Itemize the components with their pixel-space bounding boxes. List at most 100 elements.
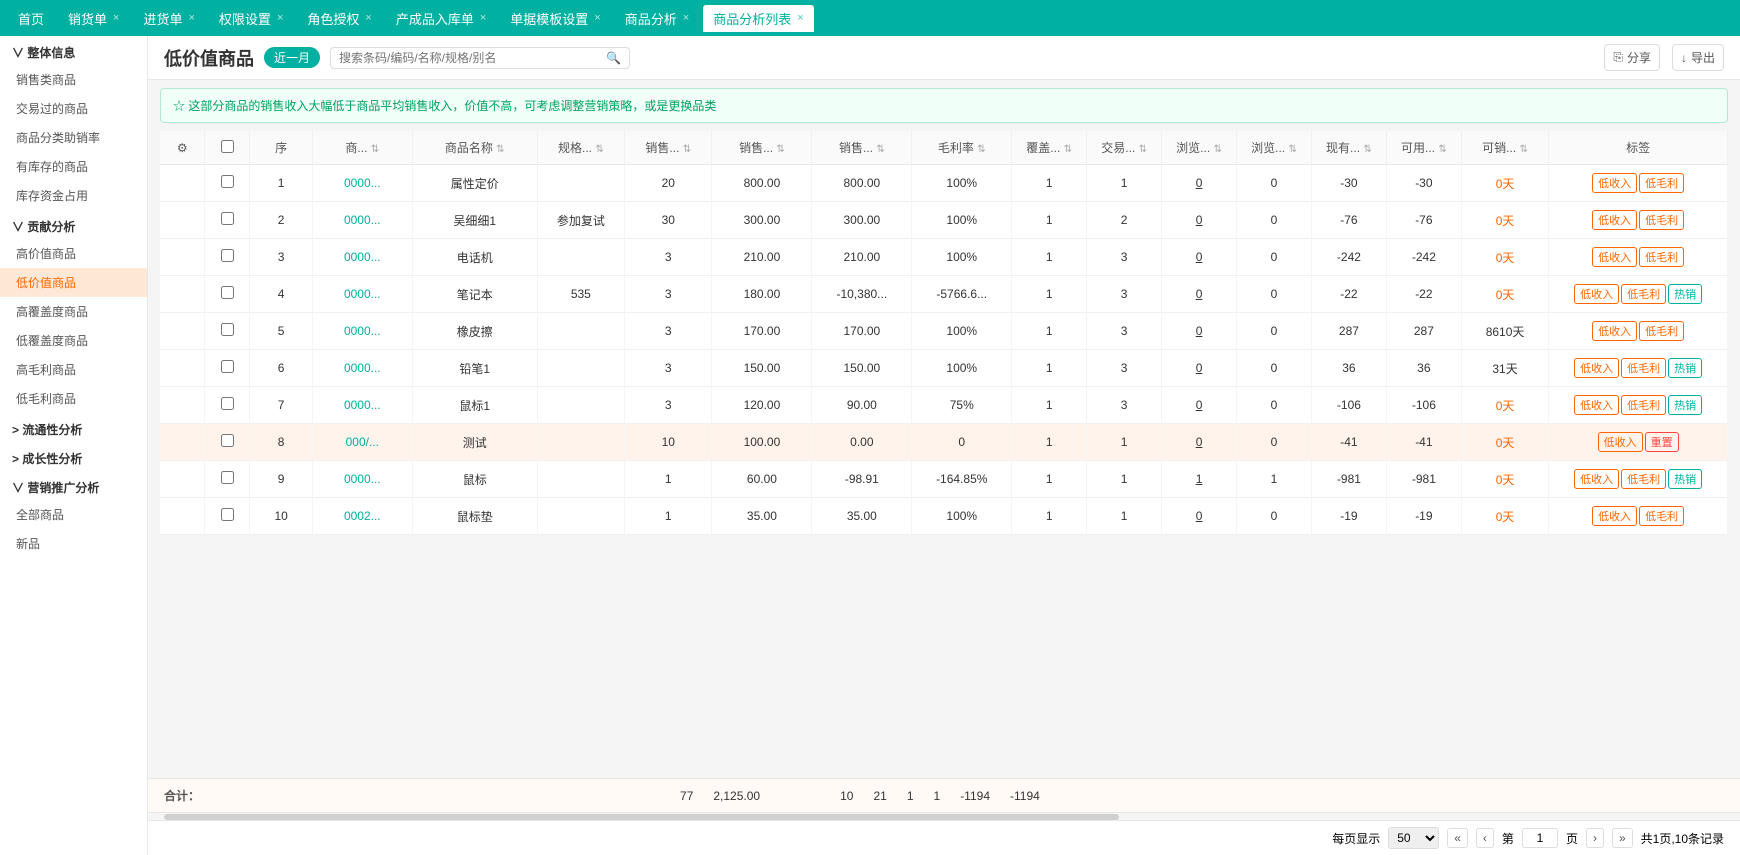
close-analysis-list-icon[interactable]: × <box>797 12 803 24</box>
cell-checkbox[interactable] <box>205 202 250 239</box>
browse1-value[interactable]: 0 <box>1196 509 1203 523</box>
browse1-value[interactable]: 0 <box>1196 250 1203 264</box>
nav-purchase[interactable]: 进货单 × <box>133 5 204 32</box>
nav-sales[interactable]: 销货单 × <box>58 5 129 32</box>
cell-code[interactable]: 0000... <box>312 387 412 424</box>
cell-browse1[interactable]: 0 <box>1162 387 1237 424</box>
period-button[interactable]: 近一月 <box>264 47 320 68</box>
cell-code[interactable]: 0000... <box>312 239 412 276</box>
page-input[interactable] <box>1522 828 1558 848</box>
cell-code[interactable]: 0000... <box>312 350 412 387</box>
row-checkbox[interactable] <box>221 323 234 336</box>
row-checkbox[interactable] <box>221 360 234 373</box>
th-sales1[interactable]: 销售... ⇅ <box>625 131 712 165</box>
row-checkbox[interactable] <box>221 434 234 447</box>
cell-code[interactable]: 000/... <box>312 424 412 461</box>
prev-page-button[interactable]: ‹ <box>1476 828 1494 848</box>
sidebar-item-traded-products[interactable]: 交易过的商品 <box>0 94 147 123</box>
sidebar-section-contribution[interactable]: ∨ 贡献分析 <box>0 210 147 239</box>
cell-browse1[interactable]: 0 <box>1162 313 1237 350</box>
nav-home[interactable]: 首页 <box>8 5 54 32</box>
cell-checkbox[interactable] <box>205 498 250 535</box>
nav-template[interactable]: 单据模板设置 × <box>500 5 610 32</box>
browse1-value[interactable]: 0 <box>1196 324 1203 338</box>
row-checkbox[interactable] <box>221 212 234 225</box>
th-stock1[interactable]: 现有... ⇅ <box>1311 131 1386 165</box>
cell-checkbox[interactable] <box>205 239 250 276</box>
th-checkbox[interactable] <box>205 131 250 165</box>
cell-browse1[interactable]: 0 <box>1162 350 1237 387</box>
close-purchase-icon[interactable]: × <box>188 12 194 24</box>
cell-code[interactable]: 0000... <box>312 461 412 498</box>
nav-product-in[interactable]: 产成品入库单 × <box>386 5 496 32</box>
close-permission-icon[interactable]: × <box>277 12 283 24</box>
browse1-value[interactable]: 0 <box>1196 398 1203 412</box>
close-role-icon[interactable]: × <box>365 12 371 24</box>
sidebar-item-all-products[interactable]: 全部商品 <box>0 500 147 529</box>
th-spec[interactable]: 规格... ⇅ <box>537 131 624 165</box>
export-button[interactable]: ↓ 导出 <box>1672 44 1724 71</box>
sidebar-item-new-products[interactable]: 新品 <box>0 529 147 558</box>
cell-browse1[interactable]: 1 <box>1162 461 1237 498</box>
cell-code[interactable]: 0002... <box>312 498 412 535</box>
th-coverage[interactable]: 覆盖... ⇅ <box>1012 131 1087 165</box>
cell-code[interactable]: 0000... <box>312 165 412 202</box>
sidebar-item-high-value[interactable]: 高价值商品 <box>0 239 147 268</box>
sidebar-item-high-coverage[interactable]: 高覆盖度商品 <box>0 297 147 326</box>
th-code[interactable]: 商... ⇅ <box>312 131 412 165</box>
browse1-value[interactable]: 0 <box>1196 361 1203 375</box>
sidebar-item-stock-products[interactable]: 有库存的商品 <box>0 152 147 181</box>
row-checkbox[interactable] <box>221 286 234 299</box>
sidebar-section-overall[interactable]: ∨ 整体信息 <box>0 36 147 65</box>
cell-checkbox[interactable] <box>205 424 250 461</box>
sidebar-section-growth[interactable]: > 成长性分析 <box>0 442 147 471</box>
th-settings[interactable]: ⚙ <box>160 131 205 165</box>
th-stock2[interactable]: 可用... ⇅ <box>1386 131 1461 165</box>
th-margin[interactable]: 毛利率 ⇅ <box>912 131 1012 165</box>
close-sales-icon[interactable]: × <box>113 12 119 24</box>
row-checkbox[interactable] <box>221 471 234 484</box>
th-trade[interactable]: 交易... ⇅ <box>1087 131 1162 165</box>
th-browse1[interactable]: 浏览... ⇅ <box>1162 131 1237 165</box>
browse1-value[interactable]: 0 <box>1196 287 1203 301</box>
next-page-button[interactable]: › <box>1586 828 1604 848</box>
last-page-button[interactable]: » <box>1612 828 1633 848</box>
sidebar-item-stock-capital[interactable]: 库存资金占用 <box>0 181 147 210</box>
browse1-value[interactable]: 0 <box>1196 176 1203 190</box>
nav-analysis[interactable]: 商品分析 × <box>615 5 699 32</box>
th-sales2[interactable]: 销售... ⇅ <box>712 131 812 165</box>
close-template-icon[interactable]: × <box>594 12 600 24</box>
first-page-button[interactable]: « <box>1447 828 1468 848</box>
cell-browse1[interactable]: 0 <box>1162 276 1237 313</box>
close-product-in-icon[interactable]: × <box>480 12 486 24</box>
share-button[interactable]: ⎘ 分享 <box>1604 44 1660 71</box>
search-icon[interactable]: 🔍 <box>606 51 621 65</box>
th-stock3[interactable]: 可销... ⇅ <box>1461 131 1548 165</box>
sidebar-item-low-margin[interactable]: 低毛利商品 <box>0 384 147 413</box>
cell-browse1[interactable]: 0 <box>1162 165 1237 202</box>
sidebar-item-high-margin[interactable]: 高毛利商品 <box>0 355 147 384</box>
cell-browse1[interactable]: 0 <box>1162 498 1237 535</box>
cell-checkbox[interactable] <box>205 313 250 350</box>
per-page-select[interactable]: 50 100 <box>1388 827 1439 849</box>
nav-role[interactable]: 角色授权 × <box>297 5 381 32</box>
select-all-checkbox[interactable] <box>221 140 234 153</box>
cell-checkbox[interactable] <box>205 387 250 424</box>
th-browse2[interactable]: 浏览... ⇅ <box>1237 131 1312 165</box>
cell-checkbox[interactable] <box>205 350 250 387</box>
sidebar-section-marketing[interactable]: ∨ 营销推广分析 <box>0 471 147 500</box>
cell-checkbox[interactable] <box>205 276 250 313</box>
nav-permission[interactable]: 权限设置 × <box>209 5 293 32</box>
row-checkbox[interactable] <box>221 508 234 521</box>
th-sales3[interactable]: 销售... ⇅ <box>812 131 912 165</box>
browse1-value[interactable]: 0 <box>1196 213 1203 227</box>
cell-checkbox[interactable] <box>205 461 250 498</box>
row-checkbox[interactable] <box>221 397 234 410</box>
cell-code[interactable]: 0000... <box>312 313 412 350</box>
close-analysis-icon[interactable]: × <box>683 12 689 24</box>
row-checkbox[interactable] <box>221 249 234 262</box>
cell-code[interactable]: 0000... <box>312 276 412 313</box>
cell-browse1[interactable]: 0 <box>1162 202 1237 239</box>
row-checkbox[interactable] <box>221 175 234 188</box>
cell-browse1[interactable]: 0 <box>1162 424 1237 461</box>
